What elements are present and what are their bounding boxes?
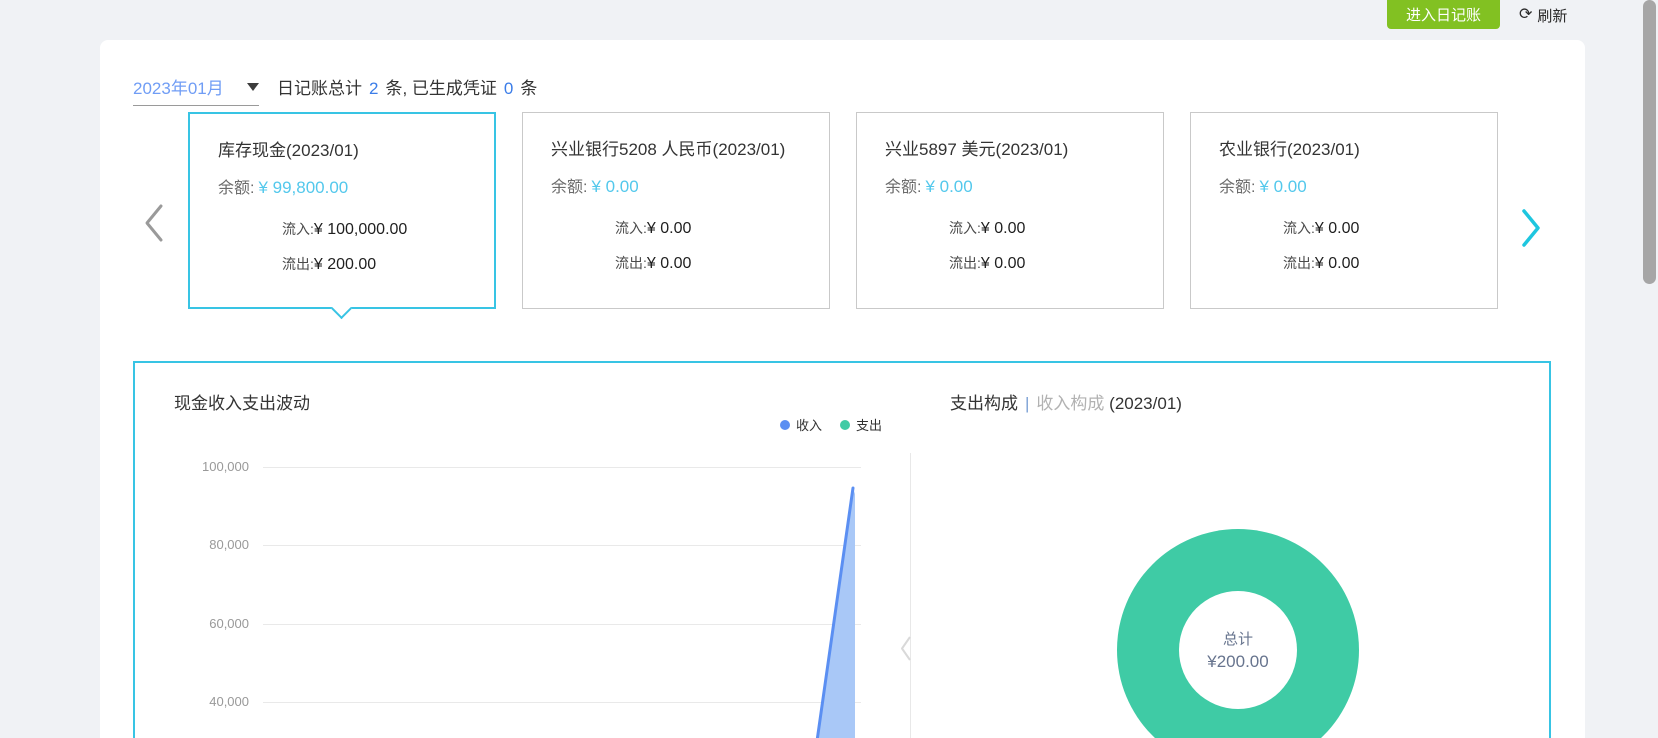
account-outflow: 流出:¥ 0.00	[1283, 255, 1360, 272]
pie-title-period: (2023/01)	[1109, 394, 1182, 413]
account-outflow: 流出:¥ 200.00	[282, 256, 377, 273]
account-balance: 余额: ¥ 0.00	[551, 177, 639, 196]
donut-center-label: 总计 ¥200.00	[1117, 529, 1359, 738]
chevron-left-icon[interactable]	[142, 202, 166, 244]
summary-suffix: 条	[520, 79, 538, 98]
refresh-button[interactable]: ⟳ 刷新	[1519, 4, 1567, 26]
legend-item-income[interactable]: 收入	[780, 415, 822, 434]
account-inflow: 流入:¥ 0.00	[1283, 220, 1360, 237]
panel-divider	[910, 453, 911, 738]
legend-item-expense[interactable]: 支出	[840, 415, 882, 434]
y-tick-80000: 80,000	[209, 537, 249, 552]
account-card-cash[interactable]: 库存现金(2023/01) 余额: ¥ 99,800.00 流入:¥ 100,00…	[188, 112, 496, 320]
income-area-series[interactable]	[261, 463, 861, 738]
caret-down-icon	[247, 82, 259, 91]
y-tick-100000: 100,000	[202, 459, 249, 474]
account-inflow: 流入:¥ 100,000.00	[282, 221, 408, 238]
y-tick-40000: 40,000	[209, 694, 249, 709]
collapse-handle-icon[interactable]	[899, 635, 912, 662]
journal-count: 2	[369, 79, 379, 98]
enter-journal-button[interactable]: 进入日记账	[1387, 0, 1500, 29]
pie-title-separator: |	[1025, 394, 1030, 413]
chart-legend: 收入 支出	[780, 415, 882, 434]
expense-donut-chart[interactable]: 总计 ¥200.00	[1117, 529, 1359, 738]
chevron-right-icon[interactable]	[1519, 207, 1543, 249]
line-chart-title: 现金收入支出波动	[174, 394, 310, 413]
income-dot-icon	[780, 419, 790, 430]
account-card-title: 库存现金(2023/01)	[218, 141, 359, 160]
pie-chart-title: 支出构成 | 收入构成 (2023/01)	[950, 389, 1182, 414]
summary-prefix: 日记账总计	[277, 79, 362, 98]
period-label: 2023年01月	[133, 79, 224, 98]
refresh-label: 刷新	[1537, 7, 1568, 25]
account-balance: 余额: ¥ 0.00	[885, 177, 973, 196]
account-balance: 余额: ¥ 99,800.00	[218, 178, 349, 197]
account-outflow: 流出:¥ 0.00	[615, 255, 692, 272]
y-tick-60000: 60,000	[209, 616, 249, 631]
legend-expense-label: 支出	[856, 418, 883, 433]
scrollbar-thumb[interactable]	[1643, 0, 1656, 284]
account-card-cib-5897[interactable]: 兴业5897 美元(2023/01) 余额: ¥ 0.00 流入:¥ 0.00 流…	[856, 112, 1164, 309]
donut-total-label: 总计	[1222, 631, 1253, 648]
account-inflow: 流入:¥ 0.00	[615, 220, 692, 237]
account-card-abc[interactable]: 农业银行(2023/01) 余额: ¥ 0.00 流入:¥ 0.00 流出:¥ 0…	[1190, 112, 1498, 309]
account-inflow: 流入:¥ 0.00	[949, 220, 1026, 237]
journal-dashboard: 进入日记账 ⟳ 刷新 2023年01月 日记账总计 2 条, 已生成凭证 0 条…	[0, 0, 1658, 738]
voucher-count: 0	[503, 79, 514, 98]
legend-income-label: 收入	[796, 418, 823, 433]
account-balance: 余额: ¥ 0.00	[1219, 177, 1307, 196]
account-card-cib-5208[interactable]: 兴业银行5208 人民币(2023/01) 余额: ¥ 0.00 流入:¥ 0.0…	[522, 112, 830, 309]
charts-panel: 现金收入支出波动 收入 支出 支出构成 | 收入构成 (2023/01) 100,0…	[133, 361, 1551, 738]
refresh-icon: ⟳	[1519, 6, 1533, 23]
pie-tab-expense[interactable]: 支出构成	[950, 394, 1018, 413]
expense-dot-icon	[840, 419, 851, 430]
account-outflow: 流出:¥ 0.00	[949, 255, 1026, 272]
summary-middle: 条, 已生成凭证	[385, 79, 497, 98]
account-card-title: 农业银行(2023/01)	[1219, 140, 1360, 159]
account-card-title: 兴业5897 美元(2023/01)	[885, 140, 1069, 159]
account-card-title: 兴业银行5208 人民币(2023/01)	[551, 140, 786, 159]
donut-total-value: ¥200.00	[1207, 652, 1269, 671]
journal-summary: 日记账总计 2 条, 已生成凭证 0 条	[277, 74, 537, 99]
period-selector[interactable]: 2023年01月	[133, 74, 259, 106]
pie-tab-income[interactable]: 收入构成	[1036, 394, 1104, 413]
